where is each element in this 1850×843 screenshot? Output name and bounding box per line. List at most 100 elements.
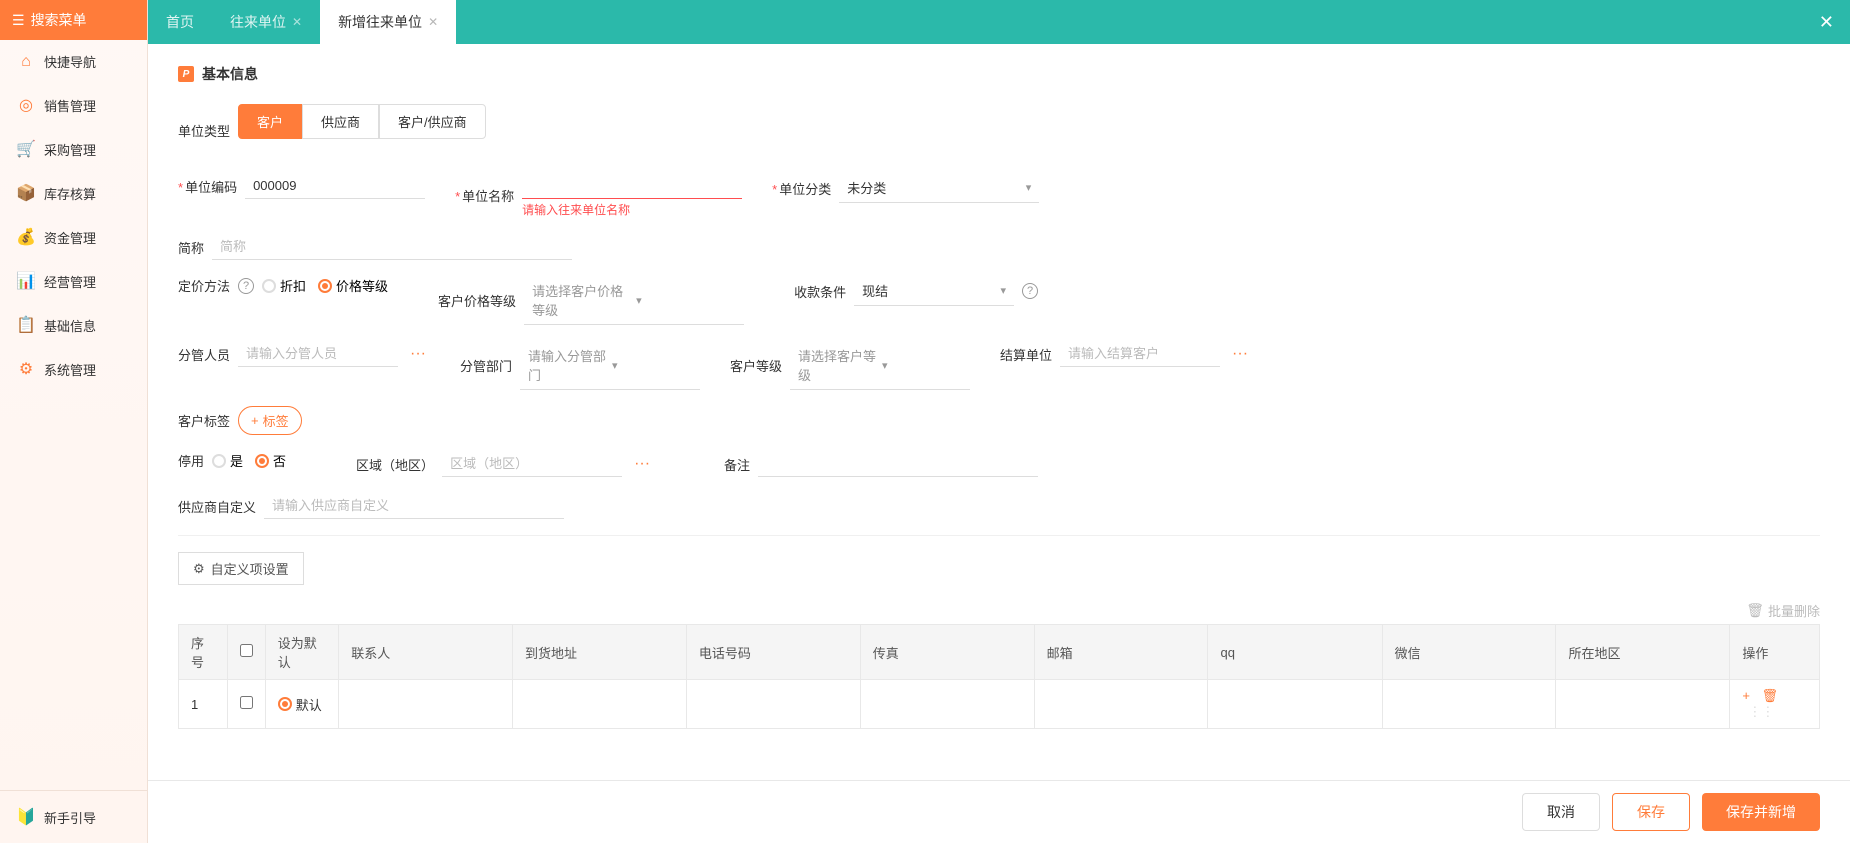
settlement-label: 结算单位 [1000,345,1052,364]
default-radio-item[interactable]: 默认 [278,695,326,714]
code-label: *单位编码 [178,177,237,196]
fax-input[interactable] [873,697,1022,712]
settlement-dots-btn[interactable]: ··· [1228,345,1252,363]
sidebar-item-finance[interactable]: 💰 资金管理 [0,215,147,259]
save-button[interactable]: 保存 [1612,793,1690,831]
pricing-group: 定价方法 ? 折扣 价格等级 [178,276,388,295]
add-row-button[interactable]: + [1742,688,1750,703]
disabled-yes-label: 是 [230,451,243,470]
settlement-input[interactable] [1060,341,1220,367]
cell-region[interactable] [1556,680,1730,729]
cell-address[interactable] [513,680,687,729]
name-input[interactable] [522,173,742,199]
disabled-no-label: 否 [273,451,286,470]
qq-input[interactable] [1220,697,1369,712]
name-label: *单位名称 [455,186,514,205]
tab-contacts[interactable]: 往来单位 ✕ [212,0,320,44]
short-name-input[interactable] [212,234,572,260]
trash-icon: 🗑 [1746,602,1764,619]
sidebar-item-label: 销售管理 [44,96,96,115]
cell-fax[interactable] [860,680,1034,729]
sidebar-item-inventory[interactable]: 📦 库存核算 [0,171,147,215]
pricing-help-icon[interactable]: ? [238,278,254,294]
unit-type-both[interactable]: 客户/供应商 [379,104,486,139]
location-input[interactable] [1568,697,1717,712]
tag-add-button[interactable]: + 标签 [238,406,302,435]
sidebar-item-label: 采购管理 [44,140,96,159]
cell-qq[interactable] [1208,680,1382,729]
row-disabled-region: 停用 是 否 区域（地区） ··· 备注 [178,451,1820,477]
cell-action: + 🗑 ⋮⋮ [1730,680,1820,729]
contact-input[interactable] [351,697,500,712]
search-menu-label: 搜索菜单 [31,10,87,30]
delete-row-button[interactable]: 🗑 [1762,688,1779,703]
disabled-yes[interactable]: 是 [212,451,243,470]
select-all-checkbox[interactable] [240,644,253,657]
manager-input[interactable] [238,341,398,367]
unit-type-supplier[interactable]: 供应商 [302,104,379,139]
cell-phone[interactable] [686,680,860,729]
tag-label: 客户标签 [178,411,230,430]
tab-new-contact[interactable]: 新增往来单位 ✕ [320,0,456,44]
payment-help-icon[interactable]: ? [1022,283,1038,299]
row-checkbox[interactable] [240,696,253,709]
tab-contacts-close[interactable]: ✕ [292,16,302,28]
footer: 取消 保存 保存并新增 [148,780,1850,843]
row-drag-handle[interactable]: ⋮⋮ [1748,704,1774,719]
pricing-discount[interactable]: 折扣 [262,276,306,295]
sidebar-item-purchase[interactable]: 🛒 采购管理 [0,127,147,171]
code-input[interactable] [245,173,425,199]
sidebar-item-operations[interactable]: 📊 经营管理 [0,259,147,303]
pricing-price-level[interactable]: 价格等级 [318,276,388,295]
category-select[interactable]: 未分类 ▾ [839,173,1039,203]
sidebar-item-quick-nav[interactable]: ⌂ 快捷导航 [0,40,147,83]
price-level-select[interactable]: 请选择客户价格等级 ▾ [524,276,744,325]
cell-email[interactable] [1034,680,1208,729]
price-level-chevron-icon: ▾ [636,294,736,307]
th-address: 到货地址 [513,625,687,680]
section-icon: P [178,66,194,82]
custom-settings-button[interactable]: ⚙ 自定义项设置 [178,552,304,585]
tag-group: 客户标签 + 标签 [178,406,302,435]
wechat-input[interactable] [1395,697,1544,712]
th-checkbox[interactable] [227,625,265,680]
remark-input[interactable] [758,451,1038,477]
customer-level-select[interactable]: 请选择客户等级 ▾ [790,341,970,390]
address-input[interactable] [525,697,674,712]
tab-new-contact-close[interactable]: ✕ [428,16,438,28]
phone-input[interactable] [699,697,848,712]
tabbar-close-all[interactable]: ✕ [1803,0,1850,44]
category-value: 未分类 [847,178,1021,197]
search-menu[interactable]: ☰ 搜索菜单 [0,0,147,40]
sidebar-item-sales[interactable]: ◎ 销售管理 [0,83,147,127]
batch-delete-label[interactable]: 批量删除 [1768,601,1820,620]
supplier-custom-input[interactable] [264,493,564,519]
disabled-no[interactable]: 否 [255,451,286,470]
payment-select[interactable]: 现结 ▾ [854,276,1014,306]
payment-chevron-icon: ▾ [1001,284,1007,297]
region-input[interactable] [442,451,622,477]
th-region: 所在地区 [1556,625,1730,680]
email-input[interactable] [1047,697,1196,712]
sidebar-item-label: 新手引导 [44,808,96,827]
tab-home[interactable]: 首页 [148,0,212,44]
region-dots-btn[interactable]: ··· [630,455,654,473]
row-supplier-custom: 供应商自定义 [178,493,1820,519]
sidebar-item-guide[interactable]: 🔰 新手引导 [0,799,147,835]
sidebar-item-label: 快捷导航 [44,52,96,71]
name-required: * [455,189,460,204]
price-level-label: 客户价格等级 [438,291,516,310]
cancel-button[interactable]: 取消 [1522,793,1600,831]
dept-select[interactable]: 请输入分管部门 ▾ [520,341,700,390]
sidebar-item-system[interactable]: ⚙ 系统管理 [0,347,147,391]
tabbar: 首页 往来单位 ✕ 新增往来单位 ✕ ✕ [148,0,1850,44]
cell-wechat[interactable] [1382,680,1556,729]
remark-group: 备注 [724,451,1038,477]
manager-dots-btn[interactable]: ··· [406,345,430,363]
default-label: 默认 [296,695,322,714]
unit-type-customer[interactable]: 客户 [238,104,302,139]
save-new-button[interactable]: 保存并新增 [1702,793,1820,831]
sidebar-item-basic-info[interactable]: 📋 基础信息 [0,303,147,347]
cell-contact[interactable] [339,680,513,729]
cell-checkbox[interactable] [227,680,265,729]
